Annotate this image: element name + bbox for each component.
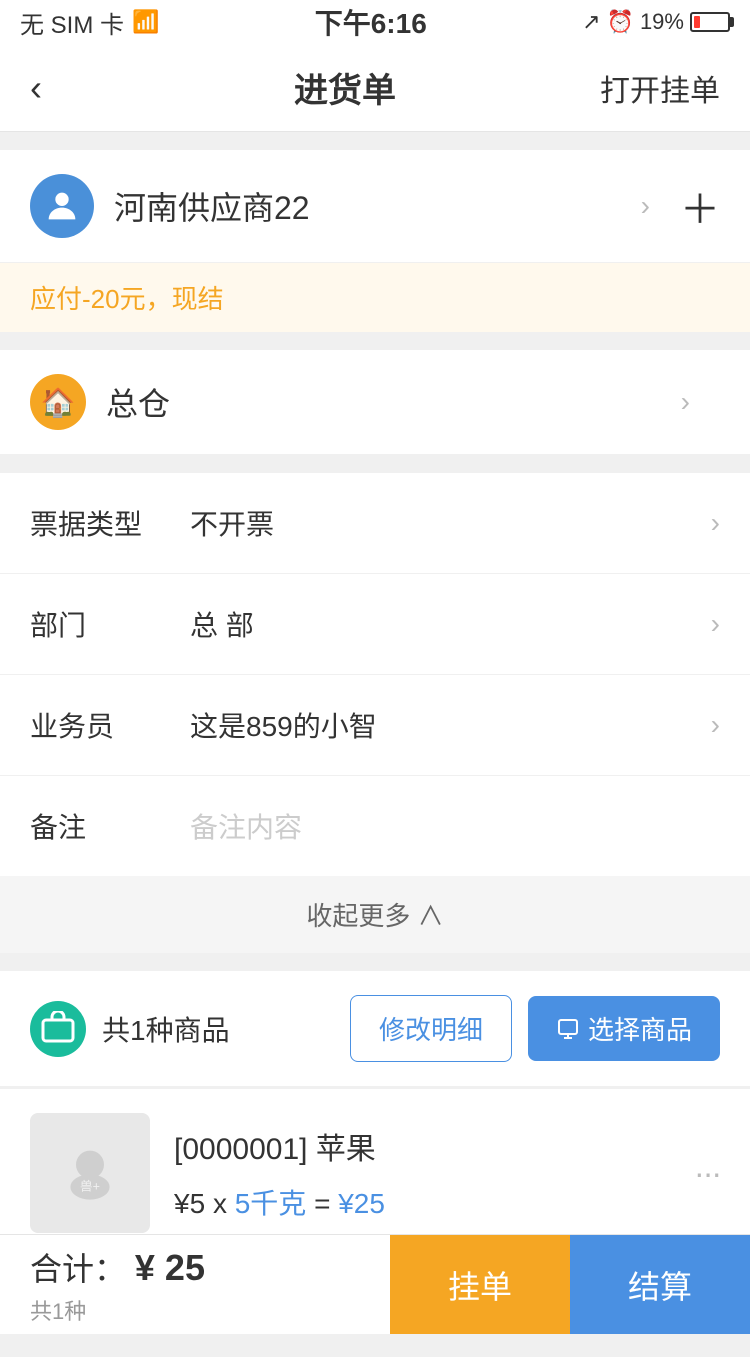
product-info: [0000001] 苹果 ¥5 x 5千克 = ¥25 — [174, 1124, 694, 1222]
gap-2 — [0, 332, 750, 350]
department-label: 部门 — [30, 604, 170, 644]
product-item: 兽+ [0000001] 苹果 ¥5 x 5千克 = ¥25 ··· — [0, 1088, 750, 1257]
product-name: [0000001] 苹果 — [174, 1124, 694, 1168]
warehouse-row[interactable]: 🏠 总仓 › — [0, 350, 750, 454]
cart-icon — [40, 1011, 76, 1047]
chevron-right-icon: › — [641, 190, 650, 222]
invoice-type-label: 票据类型 — [30, 503, 170, 543]
back-button[interactable]: ‹ — [30, 67, 90, 109]
wifi-icon: 📶 — [132, 9, 159, 35]
remark-label: 备注 — [30, 806, 170, 846]
product-more-button[interactable]: ··· — [694, 1155, 720, 1192]
product-price: ¥5 x 5千克 = ¥25 — [174, 1182, 694, 1222]
total-amount: 合计： ¥ 25 — [30, 1244, 360, 1290]
battery-icon — [690, 12, 730, 32]
supplier-row[interactable]: 河南供应商22 › ＋ — [0, 150, 750, 263]
status-bar: 无 SIM 卡 📶 下午6:16 ↗ ⏰ 19% — [0, 0, 750, 44]
svg-text:兽+: 兽+ — [80, 1180, 100, 1194]
gap-1 — [0, 132, 750, 150]
total-count: 共1种 — [30, 1294, 360, 1326]
remark-row[interactable]: 备注 备注内容 — [0, 775, 750, 876]
chevron-right-icon-2: › — [681, 386, 690, 418]
supplier-avatar — [30, 174, 94, 238]
product-thumbnail: 兽+ — [30, 1113, 150, 1233]
products-header: 共1种商品 修改明细 选择商品 — [0, 971, 750, 1086]
products-count: 共1种商品 — [102, 1009, 350, 1049]
collapse-bar[interactable]: 收起更多 ∧ — [0, 876, 750, 953]
user-icon — [42, 186, 82, 226]
status-left: 无 SIM 卡 📶 — [20, 5, 159, 40]
department-row[interactable]: 部门 总 部 › — [0, 573, 750, 674]
chevron-right-icon-4: › — [711, 608, 720, 640]
invoice-type-value: 不开票 — [170, 503, 711, 543]
status-right: ↗ ⏰ 19% — [582, 9, 730, 35]
location-icon: ↗ — [582, 9, 600, 35]
chevron-right-icon-5: › — [711, 709, 720, 741]
supplier-section: 河南供应商22 › ＋ 应付-20元，现结 — [0, 150, 750, 332]
supplier-name: 河南供应商22 — [114, 183, 641, 229]
invoice-type-row[interactable]: 票据类型 不开票 › — [0, 472, 750, 573]
gap-4 — [0, 953, 750, 971]
warehouse-icon: 🏠 — [30, 374, 86, 430]
salesperson-row[interactable]: 业务员 这是859的小智 › — [0, 674, 750, 775]
page-title: 进货单 — [294, 63, 396, 112]
chevron-right-icon-3: › — [711, 507, 720, 539]
remark-placeholder: 备注内容 — [170, 806, 720, 846]
hold-order-button[interactable]: 挂单 — [390, 1235, 570, 1334]
add-button[interactable]: ＋ — [680, 177, 720, 235]
bottom-bar: 合计： ¥ 25 共1种 挂单 结算 — [0, 1234, 750, 1334]
select-product-label: 选择商品 — [588, 1010, 692, 1047]
checkout-button[interactable]: 结算 — [570, 1235, 750, 1334]
select-product-icon — [556, 1017, 580, 1041]
salesperson-value: 这是859的小智 — [170, 705, 711, 745]
select-product-button[interactable]: 选择商品 — [528, 996, 720, 1061]
alarm-icon: ⏰ — [607, 9, 634, 35]
gap-3 — [0, 454, 750, 472]
salesperson-label: 业务员 — [30, 705, 170, 745]
time-label: 下午6:16 — [315, 2, 427, 42]
open-hold-button[interactable]: 打开挂单 — [600, 66, 720, 110]
nav-bar: ‹ 进货单 打开挂单 — [0, 44, 750, 132]
product-placeholder-icon: 兽+ — [55, 1138, 125, 1208]
total-section: 合计： ¥ 25 共1种 — [0, 1244, 390, 1326]
warehouse-name: 总仓 — [106, 379, 681, 425]
carrier-label: 无 SIM 卡 — [20, 5, 124, 40]
edit-detail-button[interactable]: 修改明细 — [350, 995, 512, 1062]
department-value: 总 部 — [170, 604, 711, 644]
supplier-notice: 应付-20元，现结 — [0, 263, 750, 332]
form-section: 票据类型 不开票 › 部门 总 部 › 业务员 这是859的小智 › 备注 备注… — [0, 472, 750, 876]
warehouse-section: 🏠 总仓 › — [0, 350, 750, 454]
products-icon — [30, 1001, 86, 1057]
battery-percent: 19% — [640, 9, 684, 35]
